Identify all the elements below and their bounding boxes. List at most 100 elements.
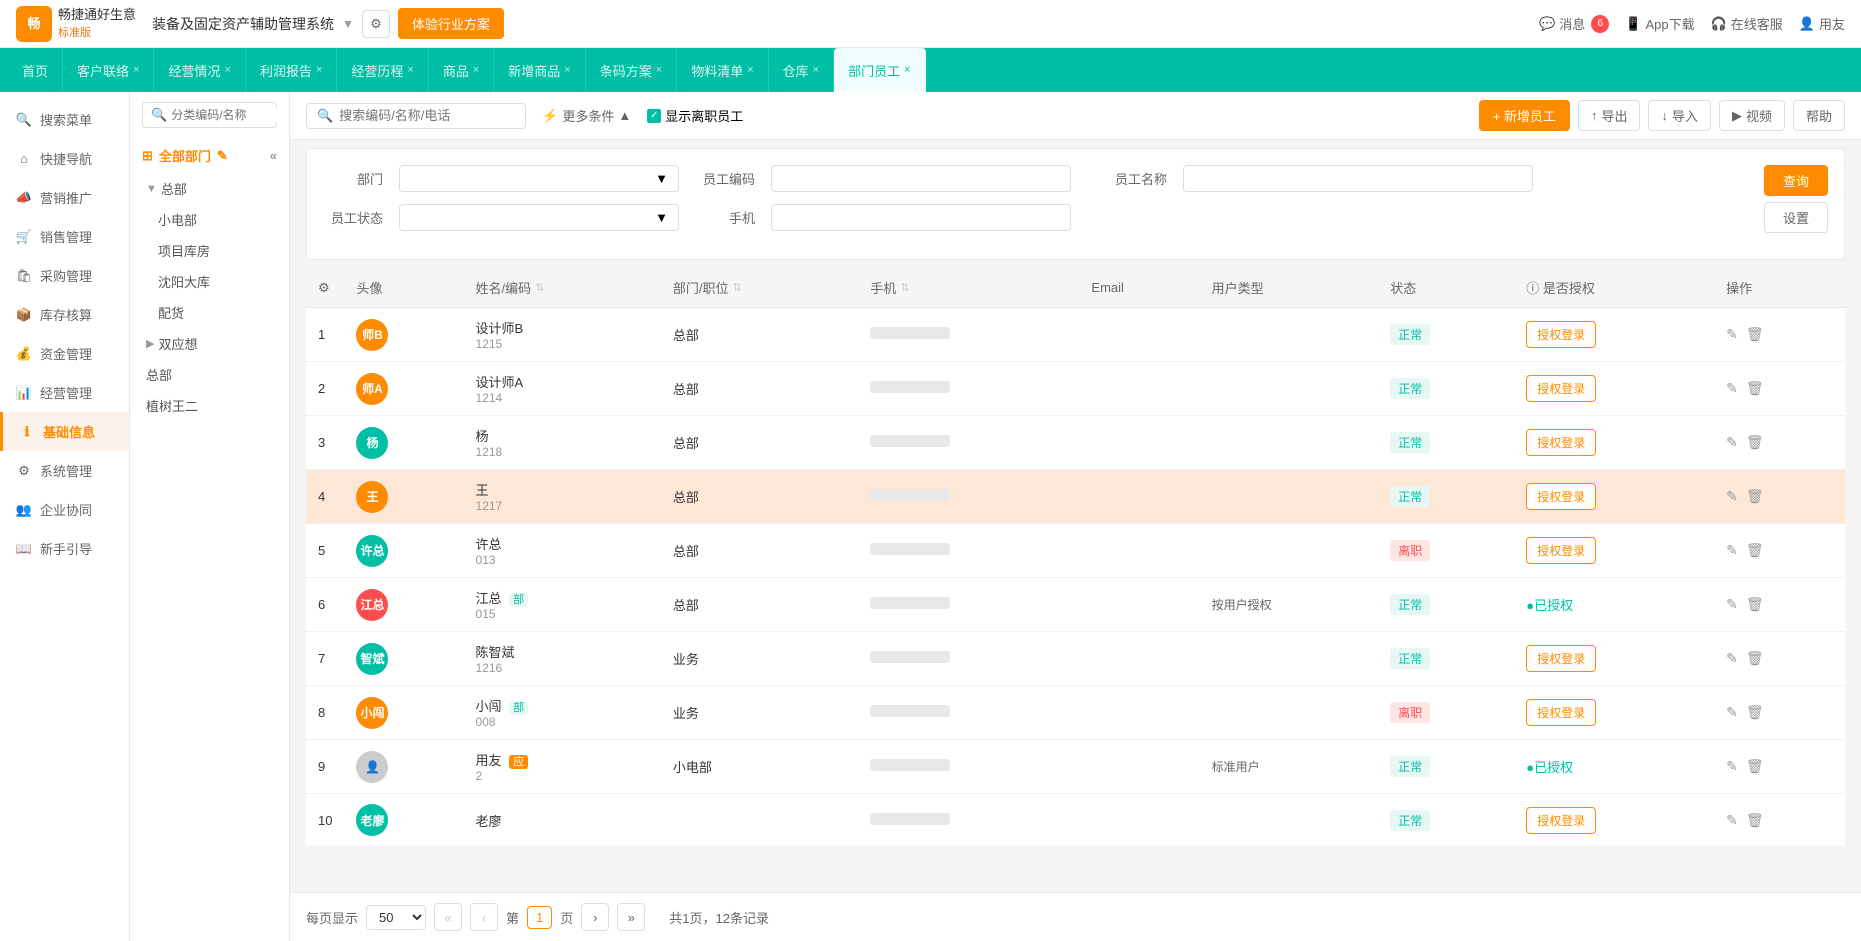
delete-icon[interactable]: 🗑: [1746, 758, 1764, 775]
employee-name-input[interactable]: [1183, 165, 1533, 192]
th-dept[interactable]: 部门/职位⇅: [661, 268, 858, 308]
auth-login-button[interactable]: 授权登录: [1526, 699, 1596, 726]
sidebar-item-基础信息[interactable]: ℹ基础信息: [0, 412, 129, 451]
dept-search-input[interactable]: [171, 108, 290, 122]
search-input[interactable]: [339, 108, 515, 123]
gear-button[interactable]: ⚙: [362, 10, 390, 38]
nav-tab-客户联络[interactable]: 客户联络×: [63, 48, 154, 92]
edit-icon[interactable]: ✎: [1726, 542, 1738, 559]
edit-icon[interactable]: ✎: [1726, 650, 1738, 667]
tree-node-shenyangdaku[interactable]: 沈阳大库: [130, 266, 289, 297]
nav-tab-新增商品[interactable]: 新增商品×: [494, 48, 585, 92]
sidebar-item-销售管理[interactable]: 🛒销售管理: [0, 217, 129, 256]
delete-icon[interactable]: 🗑: [1746, 596, 1764, 613]
nav-tab-仓库[interactable]: 仓库×: [769, 48, 834, 92]
sidebar-item-采购管理[interactable]: 🛍采购管理: [0, 256, 129, 295]
sidebar-item-经营管理[interactable]: 📊经营管理: [0, 373, 129, 412]
employee-status-select[interactable]: ▼: [399, 204, 679, 231]
tree-node-zhishuwang[interactable]: 植树王二: [130, 390, 289, 421]
sidebar-item-搜索菜单[interactable]: 🔍搜索菜单: [0, 100, 129, 139]
nav-tab-close[interactable]: ×: [813, 64, 819, 76]
show-left-employees[interactable]: ✓ 显示离职员工: [647, 106, 743, 125]
th-phone[interactable]: 手机⇅: [858, 268, 1079, 308]
nav-tab-close[interactable]: ×: [316, 64, 322, 76]
sidebar-item-系统管理[interactable]: ⚙系统管理: [0, 451, 129, 490]
nav-tab-利润报告[interactable]: 利润报告×: [246, 48, 337, 92]
all-dept-item[interactable]: ⊞ 全部部门 ✎ «: [130, 138, 289, 173]
auth-login-button[interactable]: 授权登录: [1526, 807, 1596, 834]
delete-icon[interactable]: 🗑: [1746, 542, 1764, 559]
nav-tab-经营情况[interactable]: 经营情况×: [154, 48, 245, 92]
nav-tab-经营历程[interactable]: 经营历程×: [337, 48, 428, 92]
edit-icon[interactable]: ✎: [1726, 488, 1738, 505]
delete-icon[interactable]: 🗑: [1746, 326, 1764, 343]
reset-button[interactable]: 设置: [1764, 202, 1828, 233]
nav-tab-close[interactable]: ×: [133, 64, 139, 76]
sidebar-item-营销推广[interactable]: 📣营销推广: [0, 178, 129, 217]
search-button[interactable]: 查询: [1764, 165, 1828, 196]
delete-icon[interactable]: 🗑: [1746, 380, 1764, 397]
tree-node-peihuo[interactable]: 配货: [130, 297, 289, 328]
sidebar-item-新手引导[interactable]: 📖新手引导: [0, 529, 129, 568]
export-button[interactable]: ↑ 导出: [1578, 100, 1641, 131]
last-page-button[interactable]: »: [617, 903, 645, 931]
nav-tab-close[interactable]: ×: [564, 64, 570, 76]
tree-node-xiangmuküfang[interactable]: 项目库房: [130, 235, 289, 266]
nav-tab-close[interactable]: ×: [473, 64, 479, 76]
message-item[interactable]: 💬 消息 6: [1539, 14, 1609, 33]
filter-btn[interactable]: ⚡ 更多条件 ▲: [534, 102, 639, 129]
th-settings[interactable]: ⚙: [306, 268, 344, 308]
add-employee-button[interactable]: + 新增员工: [1479, 100, 1570, 131]
nav-tab-商品[interactable]: 商品×: [429, 48, 494, 92]
delete-icon[interactable]: 🗑: [1746, 434, 1764, 451]
th-name[interactable]: 姓名/编码⇅: [464, 268, 661, 308]
user-item[interactable]: 👤 用友: [1799, 14, 1845, 33]
add-dept-icon[interactable]: ✎: [217, 148, 228, 164]
delete-icon[interactable]: 🗑: [1746, 650, 1764, 667]
nav-tab-物料清单[interactable]: 物料清单×: [677, 48, 768, 92]
nav-tab-首页[interactable]: 首页: [8, 48, 63, 92]
edit-icon[interactable]: ✎: [1726, 704, 1738, 721]
nav-tab-close[interactable]: ×: [656, 64, 662, 76]
delete-icon[interactable]: 🗑: [1746, 812, 1764, 829]
delete-icon[interactable]: 🗑: [1746, 488, 1764, 505]
app-download-item[interactable]: 📱 App下载: [1625, 14, 1694, 33]
sidebar-item-快捷导航[interactable]: ⌂快捷导航: [0, 139, 129, 178]
nav-tab-条码方案[interactable]: 条码方案×: [586, 48, 677, 92]
page-size-select[interactable]: 50 100: [366, 905, 426, 930]
system-dropdown-arrow[interactable]: ▼: [342, 17, 354, 31]
next-page-button[interactable]: ›: [581, 903, 609, 931]
nav-tab-close[interactable]: ×: [904, 64, 910, 76]
dept-search-wrap[interactable]: 🔍: [142, 102, 277, 128]
edit-icon[interactable]: ✎: [1726, 596, 1738, 613]
sidebar-item-资金管理[interactable]: 💰资金管理: [0, 334, 129, 373]
edit-icon[interactable]: ✎: [1726, 434, 1738, 451]
nav-tab-close[interactable]: ×: [224, 64, 230, 76]
auth-login-button[interactable]: 授权登录: [1526, 483, 1596, 510]
auth-login-button[interactable]: 授权登录: [1526, 321, 1596, 348]
first-page-button[interactable]: «: [434, 903, 462, 931]
edit-icon[interactable]: ✎: [1726, 326, 1738, 343]
tree-node-zongbu-parent[interactable]: ▼ 总部: [130, 173, 289, 204]
search-wrap[interactable]: 🔍: [306, 103, 526, 129]
view-button[interactable]: ▶ 视频: [1719, 100, 1785, 131]
online-service-item[interactable]: 🎧 在线客服: [1711, 14, 1783, 33]
prev-page-button[interactable]: ‹: [470, 903, 498, 931]
nav-tab-close[interactable]: ×: [407, 64, 413, 76]
trial-button[interactable]: 体验行业方案: [398, 8, 504, 39]
edit-icon[interactable]: ✎: [1726, 812, 1738, 829]
auth-login-button[interactable]: 授权登录: [1526, 375, 1596, 402]
auth-login-button[interactable]: 授权登录: [1526, 537, 1596, 564]
auth-login-button[interactable]: 授权登录: [1526, 429, 1596, 456]
import-button[interactable]: ↓ 导入: [1648, 100, 1711, 131]
nav-tab-close[interactable]: ×: [747, 64, 753, 76]
dept-select[interactable]: ▼: [399, 165, 679, 192]
edit-icon[interactable]: ✎: [1726, 758, 1738, 775]
auth-login-button[interactable]: 授权登录: [1526, 645, 1596, 672]
show-left-checkbox[interactable]: ✓: [647, 109, 661, 123]
nav-tab-部门员工[interactable]: 部门员工×: [834, 48, 925, 92]
delete-icon[interactable]: 🗑: [1746, 704, 1764, 721]
edit-icon[interactable]: ✎: [1726, 380, 1738, 397]
collapse-icon[interactable]: «: [270, 148, 277, 163]
help-button[interactable]: 帮助: [1793, 100, 1845, 131]
